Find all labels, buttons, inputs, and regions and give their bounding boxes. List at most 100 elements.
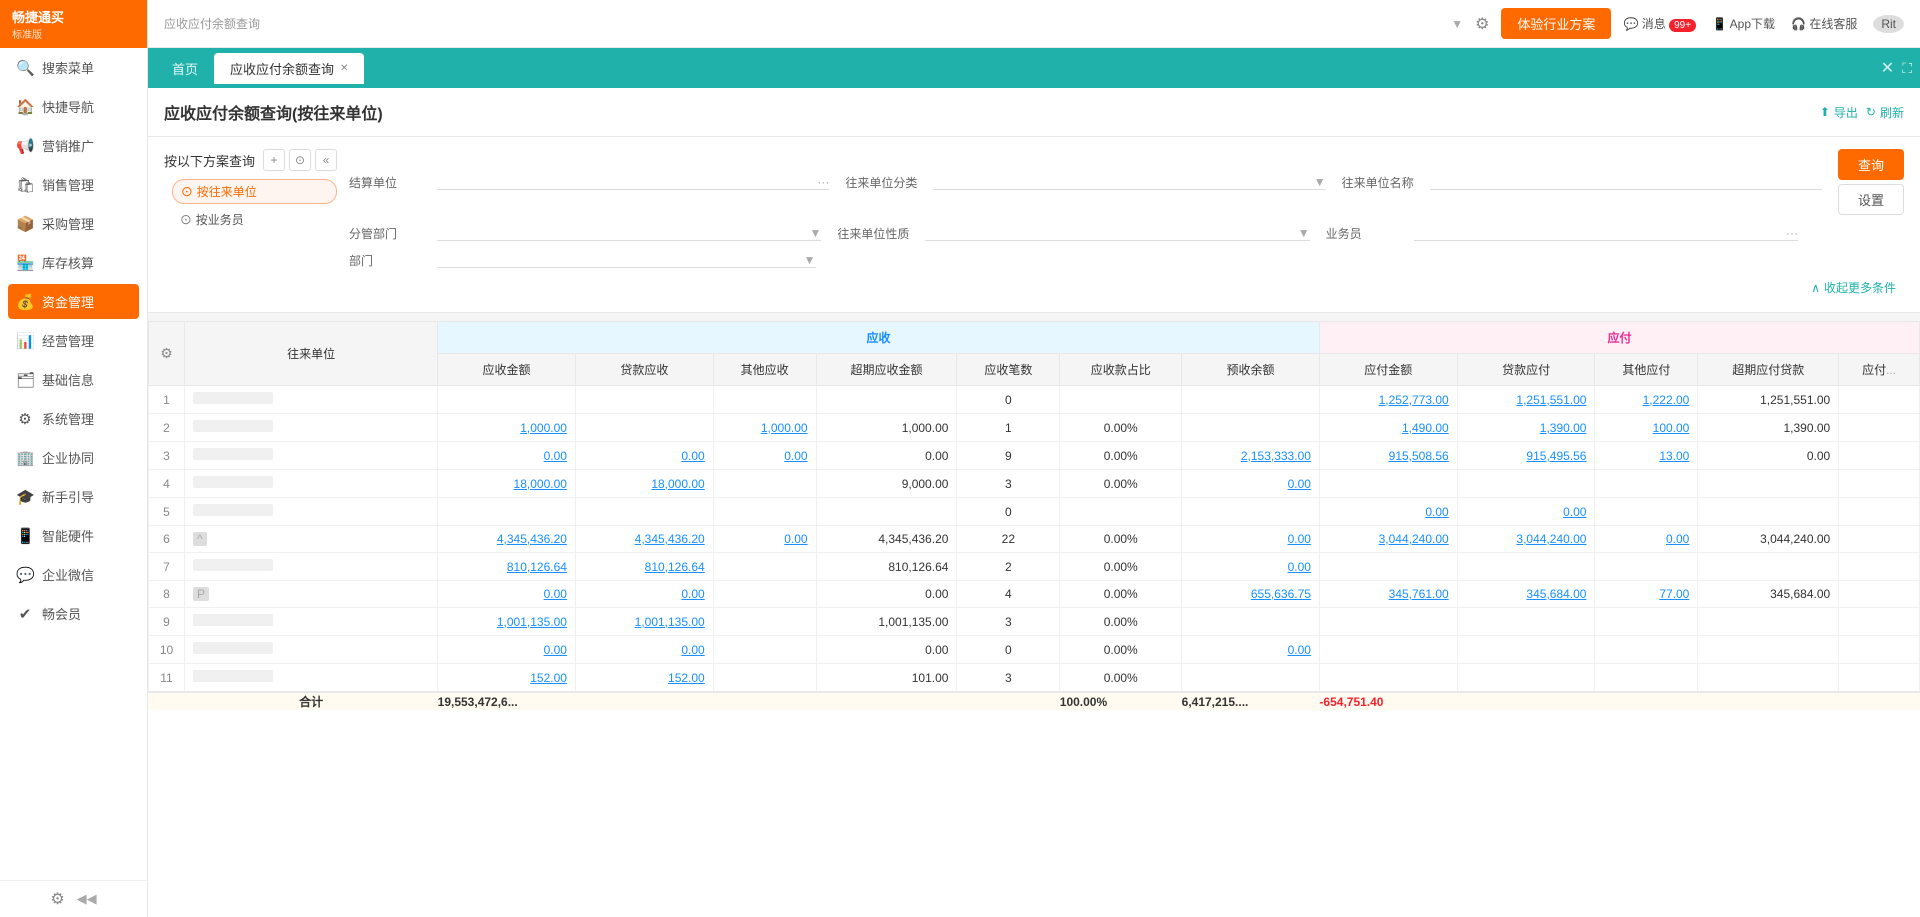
row-unit-7 [185, 553, 438, 581]
table-row: 2 1,000.00 1,000.00 1,000.00 1 0.00% 1,4… [149, 414, 1920, 442]
sidebar-item-search[interactable]: 🔍搜索菜单 [0, 48, 147, 87]
filter-scheme-label: 按以下方案查询 [164, 151, 255, 170]
tab-query-label: 应收应付余额查询 [230, 59, 334, 78]
filter-target-icon[interactable]: ⊙ [289, 149, 311, 171]
col-ar-count: 应收笔数 [957, 354, 1060, 386]
filter-settlement-unit: 结算单位 ··· [349, 174, 829, 191]
sidebar-item-inventory[interactable]: 🏪库存核算 [0, 243, 147, 282]
row-num-5: 5 [149, 498, 185, 526]
col-ar-other: 其他应收 [713, 354, 816, 386]
sidebar-item-basic[interactable]: 🗂基础信息 [0, 360, 147, 399]
sidebar-item-purchase[interactable]: 📦采购管理 [0, 204, 147, 243]
row-unit-10 [185, 636, 438, 664]
window-close-icon[interactable]: ✕ [1881, 58, 1894, 78]
sidebar-item-marketing[interactable]: 📢营销推广 [0, 126, 147, 165]
hardware-icon: 📱 [16, 527, 34, 545]
sidebar: 畅捷通买 标准版 🔍搜索菜单🏠快捷导航📢营销推广🛍销售管理📦采购管理🏪库存核算💰… [0, 0, 148, 917]
filter-arrow-icon[interactable]: « [315, 149, 337, 171]
filter-department-arrow[interactable]: ▼ [804, 253, 816, 267]
app-download-link[interactable]: 📱 App下载 [1712, 15, 1775, 32]
row-unit-11 [185, 664, 438, 693]
export-button[interactable]: ⬆ 导出 [1820, 104, 1858, 121]
filter-dept: 分管部门 ▼ [349, 225, 821, 242]
row-num-2: 2 [149, 414, 185, 442]
sidebar-item-quicknav[interactable]: 🏠快捷导航 [0, 87, 147, 126]
footer-ap-amount: -654,751.40 [1319, 692, 1457, 710]
filter-unit-category-arrow[interactable]: ▼ [1314, 175, 1326, 189]
sidebar-item-label: 销售管理 [42, 175, 94, 194]
page-title: 应收应付余额查询(按往来单位) [164, 100, 383, 136]
footer-ap-loan [1457, 692, 1595, 710]
footer-ar-amount: 19,553,472,6... [438, 692, 576, 710]
filter-salesperson-input[interactable] [1414, 226, 1786, 240]
filter-settlement-input[interactable] [437, 175, 817, 189]
filter-department-input[interactable] [437, 253, 804, 267]
filter-settlement-dots[interactable]: ··· [817, 175, 829, 189]
filter-dept-arrow[interactable]: ▼ [809, 226, 821, 240]
topbar-chevron-icon[interactable]: ▼ [1451, 17, 1463, 31]
col-group-ap: 应付 [1319, 322, 1919, 354]
topbar-actions: 💬 消息 99+ 📱 App下载 🎧 在线客服 Rit [1623, 15, 1904, 33]
filter-unit-nature-input[interactable] [925, 226, 1297, 240]
solution-button[interactable]: 体验行业方案 [1501, 8, 1611, 39]
sidebar-item-system[interactable]: ⚙系统管理 [0, 399, 147, 438]
tab-home[interactable]: 首页 [156, 53, 214, 84]
query-button[interactable]: 查询 [1838, 149, 1904, 180]
sidebar-item-label: 系统管理 [42, 409, 94, 428]
tab-query[interactable]: 应收应付余额查询 ✕ [214, 53, 364, 84]
footer-ap-overdue [1698, 692, 1839, 710]
col-ar-amount: 应收金额 [438, 354, 576, 386]
filter-department: 部门 ▼ [349, 252, 815, 269]
sidebar-item-finance[interactable]: 💰资金管理 [8, 284, 139, 319]
set-button[interactable]: 设置 [1838, 184, 1904, 215]
footer-empty1 [149, 692, 185, 710]
filter-department-label: 部门 [349, 252, 429, 269]
col-ap-extra: 应付... [1839, 354, 1920, 386]
wechat-icon: 💬 [16, 566, 34, 584]
filter-unit-category-input[interactable] [933, 175, 1313, 189]
sidebar-item-operations[interactable]: 📊经营管理 [0, 321, 147, 360]
sidebar-item-label: 新手引导 [42, 487, 94, 506]
col-ar-prepay: 预收余额 [1182, 354, 1320, 386]
filter-unit-nature-arrow[interactable]: ▼ [1298, 226, 1310, 240]
col-header-settings[interactable]: ⚙ [149, 322, 185, 386]
sidebar-item-sales[interactable]: 🛍销售管理 [0, 165, 147, 204]
sidebar-settings-icon[interactable]: ⚙ [50, 889, 64, 909]
scheme-by-unit[interactable]: ⊙ 按往来单位 [172, 179, 337, 204]
sidebar-bottom: ⚙ ◀◀ [0, 880, 147, 917]
sidebar-item-enterprise[interactable]: 🏢企业协同 [0, 438, 147, 477]
sidebar-item-member[interactable]: ✔畅会员 [0, 594, 147, 633]
footer-ar-loan [575, 692, 713, 710]
scheme-unit-label: 按往来单位 [197, 183, 257, 200]
filter-salesperson-dots[interactable]: ··· [1786, 226, 1798, 240]
table-row: 10 0.00 0.00 0.00 0 0.00% 0.00 [149, 636, 1920, 664]
refresh-button[interactable]: ↻ 刷新 [1866, 104, 1904, 121]
sidebar-collapse-icon[interactable]: ◀◀ [77, 891, 97, 907]
sidebar-item-hardware[interactable]: 📱智能硬件 [0, 516, 147, 555]
sidebar-item-guide[interactable]: 🎓新手引导 [0, 477, 147, 516]
online-service-link[interactable]: 🎧 在线客服 [1791, 15, 1857, 32]
table-row: 5 0 0.00 0.00 [149, 498, 1920, 526]
message-icon[interactable]: 💬 消息 99+ [1623, 15, 1696, 32]
filter-dept-input[interactable] [437, 226, 809, 240]
sidebar-item-wechat[interactable]: 💬企业微信 [0, 555, 147, 594]
filter-add-icon[interactable]: + [263, 149, 285, 171]
filter-unit-nature: 往来单位性质 ▼ [837, 225, 1309, 242]
filter-settlement-label: 结算单位 [349, 174, 429, 191]
footer-ap-extra [1839, 692, 1920, 710]
table-footer-row: 合计 19,553,472,6... 100.00% 6,417,215....… [149, 692, 1920, 710]
row-unit-3 [185, 442, 438, 470]
user-avatar[interactable]: Rit [1873, 15, 1904, 33]
col-ap-amount: 应付金额 [1319, 354, 1457, 386]
filter-unit-name-input[interactable] [1430, 175, 1822, 189]
window-expand-icon[interactable]: ⛶ [1902, 60, 1912, 77]
topbar-gear-icon[interactable]: ⚙ [1475, 14, 1489, 34]
filter-fields-panel: 结算单位 ··· 往来单位分类 ▼ [349, 149, 1904, 300]
tab-close-icon[interactable]: ✕ [340, 63, 348, 74]
filter-unit-name-label: 往来单位名称 [1342, 174, 1422, 191]
sidebar-item-label: 采购管理 [42, 214, 94, 233]
marketing-icon: 📢 [16, 137, 34, 155]
collapse-button[interactable]: ∧ 收起更多条件 [349, 275, 1904, 300]
scheme-by-staff[interactable]: ⊙ 按业务员 [172, 208, 337, 231]
col-ar-ratio: 应收款占比 [1060, 354, 1182, 386]
